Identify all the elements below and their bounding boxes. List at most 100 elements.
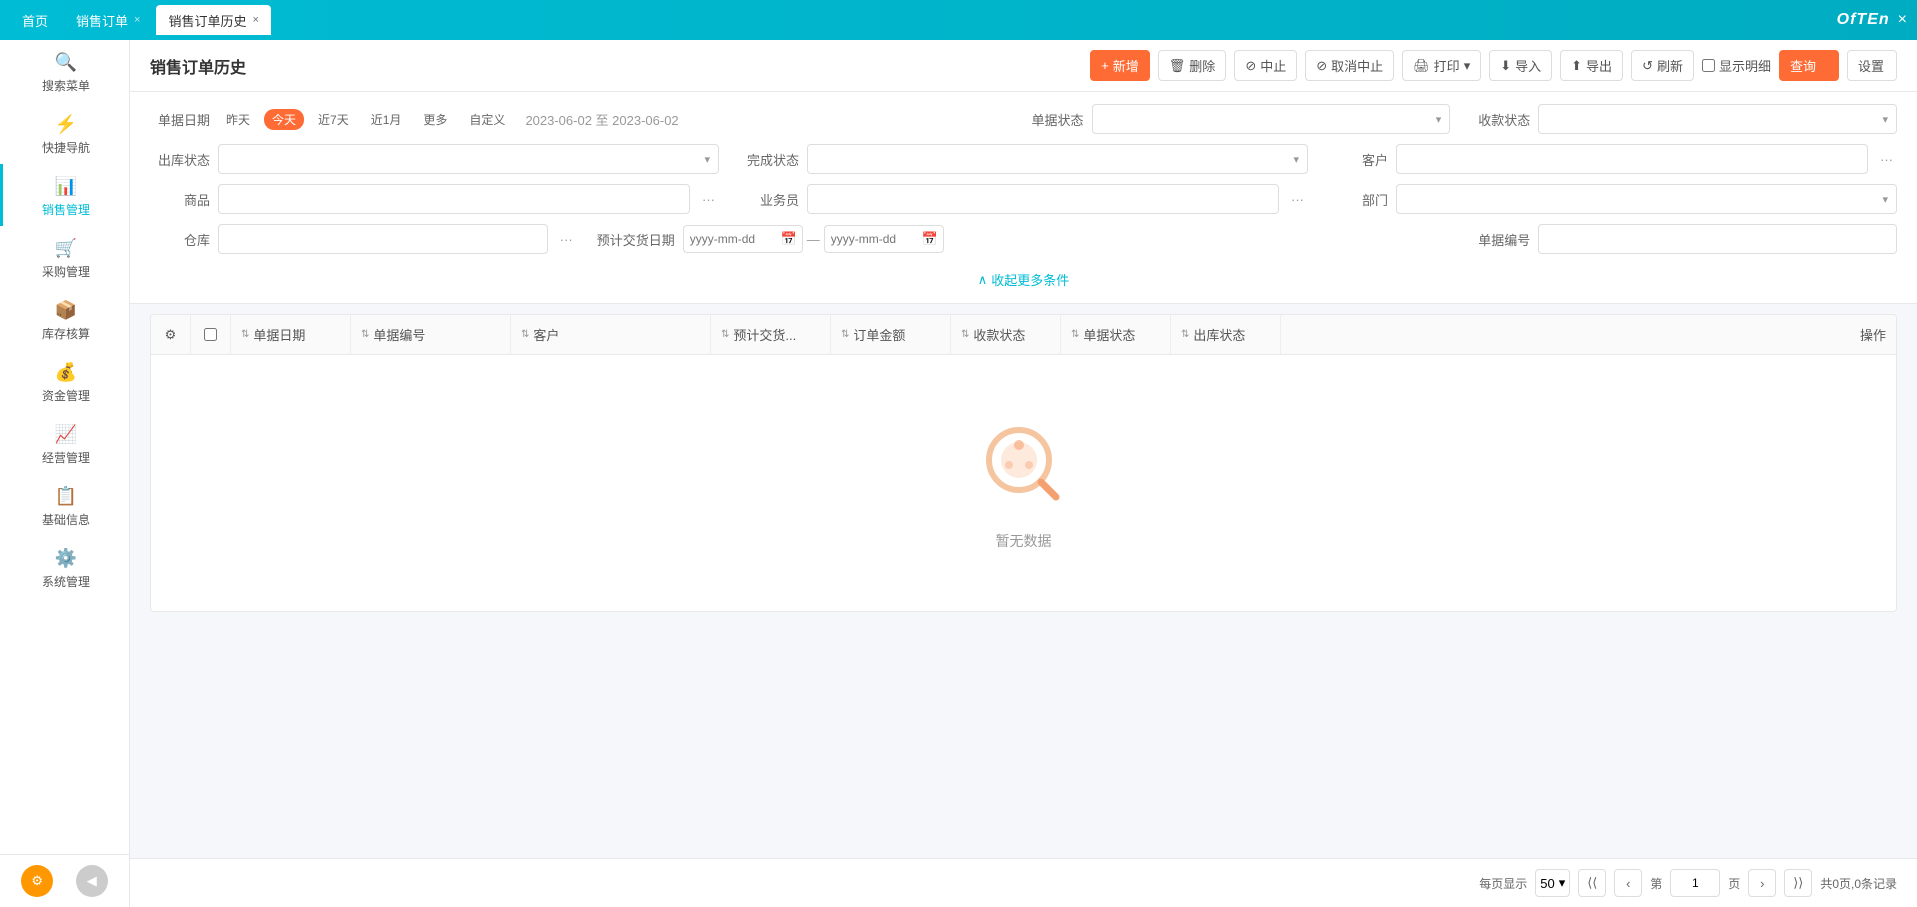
delete-icon: 🗑 bbox=[1169, 58, 1186, 74]
refresh-button[interactable]: ↺ 刷新 bbox=[1631, 50, 1694, 81]
customer-input[interactable] bbox=[1396, 144, 1868, 174]
next-page-btn[interactable]: › bbox=[1748, 869, 1776, 897]
filter-expected-delivery: 预计交货日期 📅 — 📅 bbox=[597, 225, 1451, 253]
query-button[interactable]: 查询 bbox=[1779, 50, 1839, 81]
sidebar-settings-btn[interactable]: ⚙ bbox=[21, 865, 53, 897]
th-settings[interactable]: ⚙ bbox=[151, 315, 191, 354]
tab-sales-order-history[interactable]: 销售订单历史 × bbox=[156, 5, 270, 35]
goods-ellipsis[interactable]: ··· bbox=[698, 192, 719, 207]
th-receipt-status[interactable]: ⇅ 收款状态 bbox=[951, 315, 1061, 354]
sales-rep-input[interactable] bbox=[807, 184, 1279, 214]
date-filter-label: 单据日期 bbox=[150, 110, 210, 129]
sidebar-item-search-menu[interactable]: 🔍 搜索菜单 bbox=[0, 40, 129, 102]
customer-ellipsis[interactable]: ··· bbox=[1876, 152, 1897, 167]
date-today[interactable]: 今天 bbox=[264, 109, 304, 130]
date-last7days[interactable]: 近7天 bbox=[310, 109, 357, 130]
filter-row-4: 仓库 ··· 预计交货日期 📅 — 📅 bbox=[150, 224, 1897, 254]
delete-button[interactable]: 🗑 删除 bbox=[1158, 50, 1227, 81]
th-order-no[interactable]: ⇅ 单据编号 bbox=[351, 315, 511, 354]
top-bar-right: OfTEn × bbox=[1837, 11, 1907, 29]
completion-status-select[interactable]: ▾ bbox=[807, 144, 1308, 174]
per-page-value: 50 bbox=[1540, 876, 1554, 891]
th-order-status[interactable]: ⇅ 单据状态 bbox=[1061, 315, 1171, 354]
cancel-stop-button[interactable]: ⊘ 取消中止 bbox=[1305, 50, 1394, 81]
tab-sales-order-label: 销售订单 bbox=[76, 11, 128, 30]
select-all-checkbox[interactable] bbox=[204, 328, 217, 341]
order-no-input[interactable] bbox=[1538, 224, 1897, 254]
goods-input[interactable] bbox=[218, 184, 690, 214]
filter-goods: 商品 ··· bbox=[150, 184, 719, 214]
date-yesterday[interactable]: 昨天 bbox=[218, 109, 258, 130]
data-table: ⚙ ⇅ 单据日期 ⇅ 单据编号 ⇅ 客户 bbox=[150, 314, 1897, 612]
warehouse-input[interactable] bbox=[218, 224, 548, 254]
date-more[interactable]: 更多 bbox=[415, 109, 455, 130]
page-label: 页 bbox=[1728, 875, 1740, 892]
collapse-btn[interactable]: ∧ 收起更多条件 bbox=[150, 264, 1897, 291]
print-button[interactable]: 🖨 打印 ▾ bbox=[1402, 50, 1481, 81]
current-page-input[interactable] bbox=[1670, 869, 1720, 897]
per-page-label: 每页显示 bbox=[1479, 875, 1527, 892]
date-custom[interactable]: 自定义 bbox=[461, 109, 513, 130]
th-delivery[interactable]: ⇅ 预计交货... bbox=[711, 315, 831, 354]
filter-customer: 客户 ··· bbox=[1328, 144, 1897, 174]
th-checkbox[interactable] bbox=[191, 315, 231, 354]
sidebar-item-sys-mgmt[interactable]: ⚙️ 系统管理 bbox=[0, 536, 129, 598]
pagination: 每页显示 50 ▾ ⟨⟨ ‹ 第 页 › ⟩⟩ 共0页,0条记录 bbox=[130, 858, 1917, 907]
print-icon: 🖨 bbox=[1413, 58, 1430, 74]
pagination-info: 共0页,0条记录 bbox=[1820, 875, 1897, 892]
th-customer[interactable]: ⇅ 客户 bbox=[511, 315, 711, 354]
per-page-arrow-icon: ▾ bbox=[1559, 875, 1566, 891]
window-close-btn[interactable]: × bbox=[1898, 11, 1907, 29]
tab-home[interactable]: 首页 bbox=[10, 5, 60, 35]
th-delivery-status[interactable]: ⇅ 出库状态 bbox=[1171, 315, 1281, 354]
add-button[interactable]: + 新增 bbox=[1090, 50, 1150, 81]
sidebar-item-inventory[interactable]: 📦 库存核算 bbox=[0, 288, 129, 350]
th-date-label: 单据日期 bbox=[253, 325, 305, 344]
first-page-btn[interactable]: ⟨⟨ bbox=[1578, 869, 1606, 897]
order-status-select[interactable]: ▾ bbox=[1092, 104, 1451, 134]
display-toggle[interactable]: 显示明细 bbox=[1702, 56, 1771, 75]
tab-sales-order-history-close[interactable]: × bbox=[252, 14, 258, 26]
sidebar-item-base-info[interactable]: 📋 基础信息 bbox=[0, 474, 129, 536]
sales-rep-ellipsis[interactable]: ··· bbox=[1287, 192, 1308, 207]
expected-delivery-label: 预计交货日期 bbox=[597, 230, 675, 249]
sidebar-item-quick-nav[interactable]: ⚡ 快捷导航 bbox=[0, 102, 129, 164]
receipt-status-select[interactable]: ▾ bbox=[1538, 104, 1897, 134]
date-last1month[interactable]: 近1月 bbox=[363, 109, 410, 130]
import-button[interactable]: ⬇ 导入 bbox=[1489, 50, 1552, 81]
sidebar-item-quick-nav-label: 快捷导航 bbox=[42, 139, 90, 156]
warehouse-ellipsis[interactable]: ··· bbox=[556, 232, 577, 247]
quick-nav-icon: ⚡ bbox=[55, 114, 77, 135]
query-label: 查询 bbox=[1790, 56, 1816, 75]
stop-button[interactable]: ⊘ 中止 bbox=[1234, 50, 1297, 81]
purchase-mgmt-icon: 🛒 bbox=[55, 238, 77, 259]
dept-select[interactable]: ▾ bbox=[1396, 184, 1897, 214]
display-toggle-checkbox[interactable] bbox=[1702, 59, 1715, 72]
filter-sales-rep: 业务员 ··· bbox=[739, 184, 1308, 214]
import-label: 导入 bbox=[1515, 56, 1541, 75]
export-button[interactable]: ⬆ 导出 bbox=[1560, 50, 1623, 81]
per-page-select[interactable]: 50 ▾ bbox=[1535, 869, 1570, 897]
sort-icon: ⇅ bbox=[241, 329, 249, 340]
finance-icon: 💰 bbox=[55, 362, 77, 383]
empty-text: 暂无数据 bbox=[996, 531, 1052, 551]
settings-button[interactable]: 设置 bbox=[1847, 50, 1897, 81]
th-delivery-label: 预计交货... bbox=[733, 325, 796, 344]
th-date[interactable]: ⇅ 单据日期 bbox=[231, 315, 351, 354]
tab-sales-order-close[interactable]: × bbox=[134, 14, 140, 26]
sidebar-item-purchase-mgmt[interactable]: 🛒 采购管理 bbox=[0, 226, 129, 288]
order-status-arrow-icon: ▾ bbox=[1436, 113, 1442, 126]
sidebar-collapse-btn[interactable]: ◀ bbox=[76, 865, 108, 897]
sidebar-item-operations[interactable]: 📈 经营管理 bbox=[0, 412, 129, 474]
th-customer-label: 客户 bbox=[533, 325, 559, 344]
last-page-btn[interactable]: ⟩⟩ bbox=[1784, 869, 1812, 897]
sidebar-item-sales-mgmt[interactable]: 📊 销售管理 bbox=[0, 164, 129, 226]
filter-order-status: 单据状态 ▾ bbox=[1024, 104, 1451, 134]
sidebar-item-finance[interactable]: 💰 资金管理 bbox=[0, 350, 129, 412]
prev-page-btn[interactable]: ‹ bbox=[1614, 869, 1642, 897]
tab-sales-order[interactable]: 销售订单 × bbox=[64, 5, 152, 35]
sort-icon-8: ⇅ bbox=[1181, 329, 1189, 340]
brand-label: OfTEn bbox=[1837, 11, 1890, 29]
delivery-status-select[interactable]: ▾ bbox=[218, 144, 719, 174]
th-amount[interactable]: ⇅ 订单金额 bbox=[831, 315, 951, 354]
